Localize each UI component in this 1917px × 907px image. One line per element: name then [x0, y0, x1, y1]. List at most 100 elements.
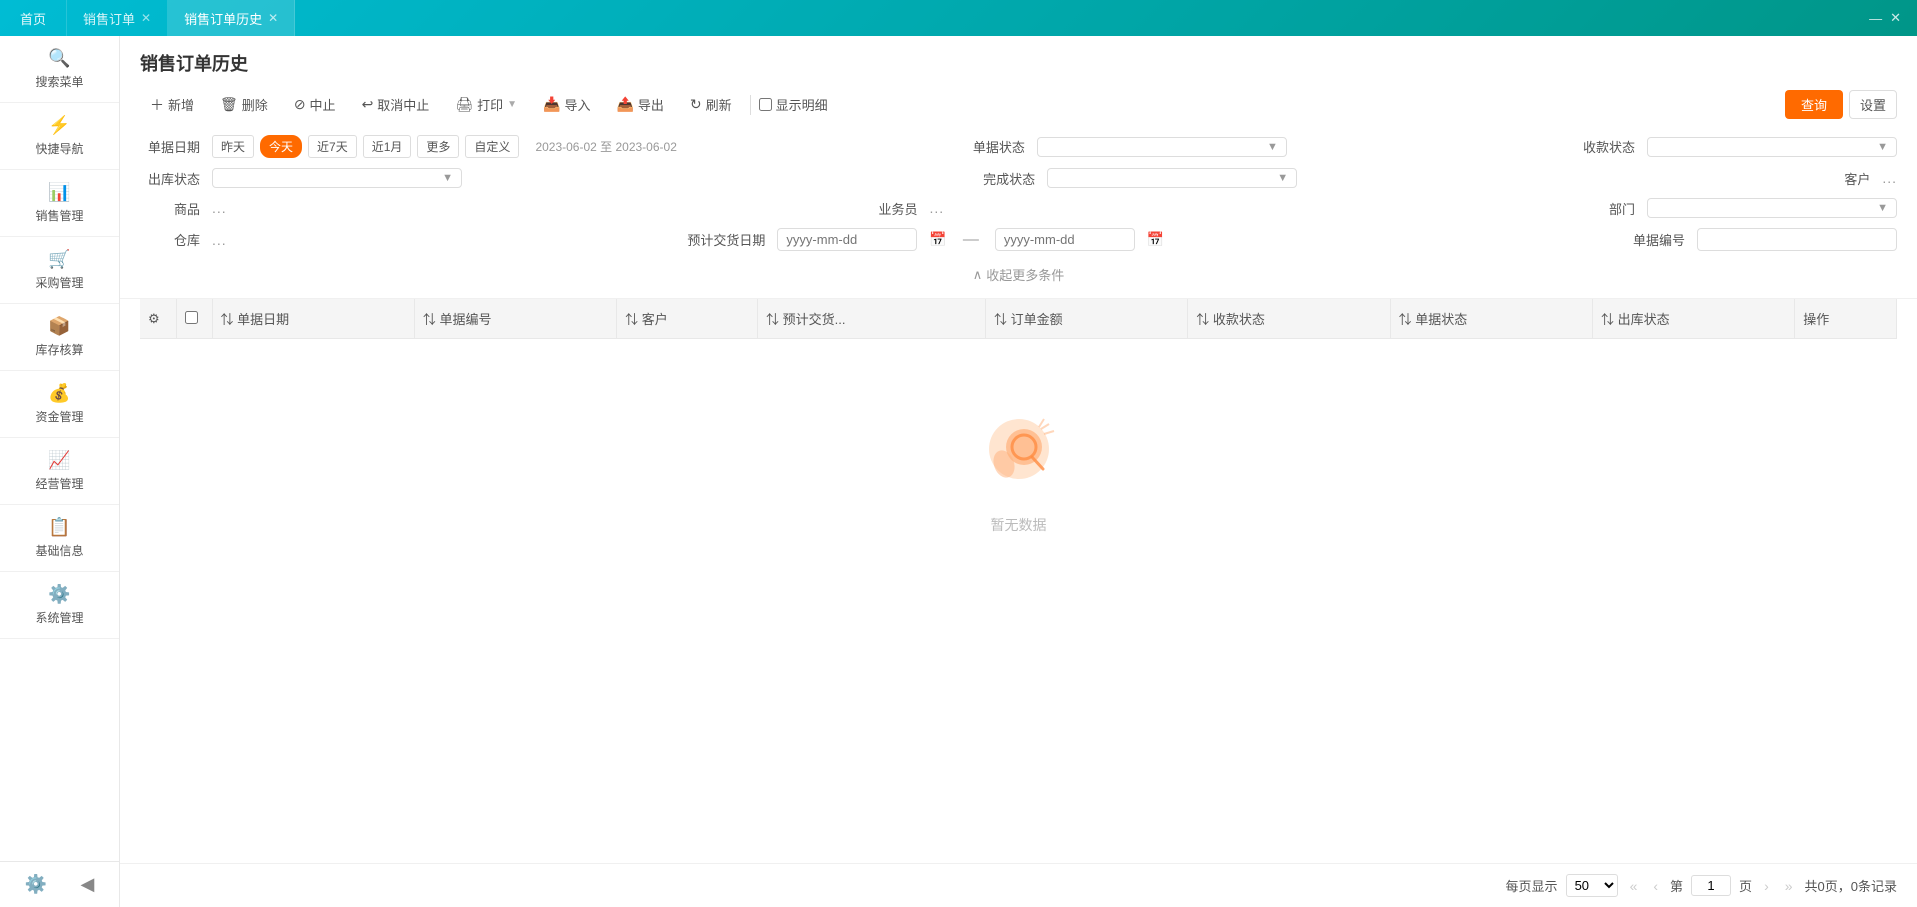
customer-label: 客户: [1810, 169, 1870, 188]
sidebar-item-sys-mgmt[interactable]: ⚙️ 系统管理: [0, 572, 119, 639]
show-detail-checkbox[interactable]: 显示明细: [759, 95, 828, 114]
next-page-btn[interactable]: ›: [1760, 876, 1773, 896]
data-table: ⚙ ⇅ 单据日期 ⇅ 单据编号 ⇅ 客户 ⇅ 预计交货...: [140, 299, 1897, 339]
toolbar: ＋ 新增 🗑 删除 ⊘ 中止 ↩ 取消中止 🖨 打印 ▼ 📥: [120, 84, 1917, 125]
th-payment-label: ⇅ 收款状态: [1196, 312, 1265, 327]
sys-mgmt-icon: ⚙️: [48, 584, 70, 605]
cal-from-icon[interactable]: 📅: [929, 231, 946, 248]
payment-label: 收款状态: [1575, 137, 1635, 156]
dept-select[interactable]: ▼: [1647, 198, 1897, 218]
page-suffix-label: 页: [1739, 876, 1752, 895]
warehouse-out-label: 出库状态: [140, 169, 200, 188]
refresh-label: 刷新: [706, 95, 732, 114]
warehouse-out-select[interactable]: ▼: [212, 168, 462, 188]
page-size-select[interactable]: 50 10 20 100: [1566, 874, 1618, 897]
select-all-checkbox[interactable]: [185, 311, 198, 324]
new-button[interactable]: ＋ 新增: [140, 91, 204, 119]
th-settings[interactable]: ⚙: [140, 299, 176, 339]
sidebar-item-sales-mgmt-label: 销售管理: [35, 207, 83, 224]
tab-sales-order[interactable]: 销售订单 ✕: [67, 0, 168, 36]
window-close[interactable]: ✕: [1890, 10, 1901, 26]
quick-nav-icon: ⚡: [48, 115, 70, 136]
empty-text: 暂无数据: [991, 515, 1047, 535]
import-button[interactable]: 📥 导入: [533, 91, 600, 118]
refresh-button[interactable]: ↻ 刷新: [680, 91, 742, 118]
date-btn-more[interactable]: 更多: [417, 135, 459, 158]
date-btn-last7[interactable]: 近7天: [308, 135, 357, 158]
prev-page-btn[interactable]: ‹: [1649, 876, 1662, 896]
stop-icon: ⊘: [294, 96, 306, 113]
stop-label: 中止: [310, 95, 336, 114]
th-warehouse-out-label: ⇅ 出库状态: [1601, 312, 1670, 327]
export-button[interactable]: 📤 导出: [606, 91, 673, 118]
th-delivery-label: ⇅ 预计交货...: [766, 312, 845, 327]
tab-sales-order-history-close[interactable]: ✕: [268, 11, 278, 25]
sidebar-item-operations[interactable]: 📈 经营管理: [0, 438, 119, 505]
date-btn-last1m[interactable]: 近1月: [363, 135, 412, 158]
product-dots[interactable]: ...: [212, 200, 227, 216]
order-no-input[interactable]: [1697, 228, 1897, 251]
th-amount-label: ⇅ 订单金额: [994, 312, 1063, 327]
query-button[interactable]: 查询: [1785, 90, 1843, 119]
settings-button[interactable]: 设置: [1849, 90, 1897, 119]
collapse-label: 收起更多条件: [986, 265, 1064, 284]
tab-home[interactable]: 首页: [0, 0, 67, 36]
stop-button[interactable]: ⊘ 中止: [284, 91, 346, 118]
th-customer: ⇅ 客户: [617, 299, 758, 339]
sidebar-item-basic-info[interactable]: 📋 基础信息: [0, 505, 119, 572]
date-btn-yesterday[interactable]: 昨天: [212, 135, 254, 158]
sidebar-item-inventory-label: 库存核算: [35, 341, 83, 358]
th-actions-label: 操作: [1803, 312, 1829, 327]
cal-to-icon[interactable]: 📅: [1147, 231, 1164, 248]
sidebar-item-quick-nav[interactable]: ⚡ 快捷导航: [0, 103, 119, 170]
th-warehouse-out: ⇅ 出库状态: [1592, 299, 1794, 339]
tab-sales-order-history[interactable]: 销售订单历史 ✕: [168, 0, 295, 36]
order-status-select[interactable]: ▼: [1037, 137, 1287, 157]
sales-mgmt-icon: 📊: [48, 182, 70, 203]
salesperson-dots[interactable]: ...: [930, 200, 945, 216]
sidebar-item-search-menu[interactable]: 🔍 搜索菜单: [0, 36, 119, 103]
last-page-btn[interactable]: »: [1781, 876, 1797, 896]
cancel-stop-label: 取消中止: [377, 95, 429, 114]
collapse-bar[interactable]: ∧ 收起更多条件: [140, 261, 1897, 288]
window-minimize[interactable]: —: [1869, 11, 1882, 26]
show-detail-label: 显示明细: [776, 95, 828, 114]
complete-status-arrow: ▼: [1277, 172, 1288, 184]
total-text: 共0页，0条记录: [1805, 876, 1897, 895]
th-checkbox[interactable]: [176, 299, 212, 339]
order-no-label: 单据编号: [1625, 230, 1685, 249]
export-label: 导出: [638, 95, 664, 114]
content-area: 销售订单历史 ＋ 新增 🗑 删除 ⊘ 中止 ↩ 取消中止 🖨 打印: [120, 36, 1917, 907]
product-label: 商品: [140, 199, 200, 218]
delete-button[interactable]: 🗑 删除: [210, 91, 278, 118]
date-btn-today[interactable]: 今天: [260, 135, 302, 158]
delete-label: 删除: [242, 95, 268, 114]
sidebar-item-sales-mgmt[interactable]: 📊 销售管理: [0, 170, 119, 237]
customer-dots[interactable]: ...: [1882, 170, 1897, 186]
sidebar-settings-icon[interactable]: ⚙️: [25, 874, 47, 895]
sidebar-item-operations-label: 经营管理: [35, 475, 83, 492]
first-page-btn[interactable]: «: [1626, 876, 1642, 896]
payment-status-select[interactable]: ▼: [1647, 137, 1897, 157]
sidebar-item-basic-info-label: 基础信息: [35, 542, 83, 559]
print-dropdown-icon: ▼: [507, 99, 517, 110]
filter-row-4: 仓库 ... 预计交货日期 📅 — 📅 单据编号: [140, 228, 1897, 251]
sidebar-collapse-icon[interactable]: ◀: [80, 874, 94, 895]
warehouse-dots[interactable]: ...: [212, 232, 227, 248]
date-btn-custom[interactable]: 自定义: [465, 135, 519, 158]
new-label: 新增: [168, 95, 194, 114]
show-detail-input[interactable]: [759, 98, 772, 111]
sidebar-item-inventory[interactable]: 📦 库存核算: [0, 304, 119, 371]
page-input[interactable]: [1691, 875, 1731, 896]
tab-sales-order-close[interactable]: ✕: [141, 11, 151, 25]
print-button[interactable]: 🖨 打印 ▼: [445, 91, 527, 118]
dept-arrow: ▼: [1877, 202, 1888, 214]
sidebar-item-finance[interactable]: 💰 资金管理: [0, 371, 119, 438]
sidebar-item-purchase-mgmt[interactable]: 🛒 采购管理: [0, 237, 119, 304]
delivery-date-from[interactable]: [777, 228, 917, 251]
delivery-date-to[interactable]: [995, 228, 1135, 251]
th-date-label: ⇅ 单据日期: [221, 312, 290, 327]
purchase-mgmt-icon: 🛒: [48, 249, 70, 270]
complete-status-select[interactable]: ▼: [1047, 168, 1297, 188]
cancel-stop-button[interactable]: ↩ 取消中止: [352, 91, 440, 118]
